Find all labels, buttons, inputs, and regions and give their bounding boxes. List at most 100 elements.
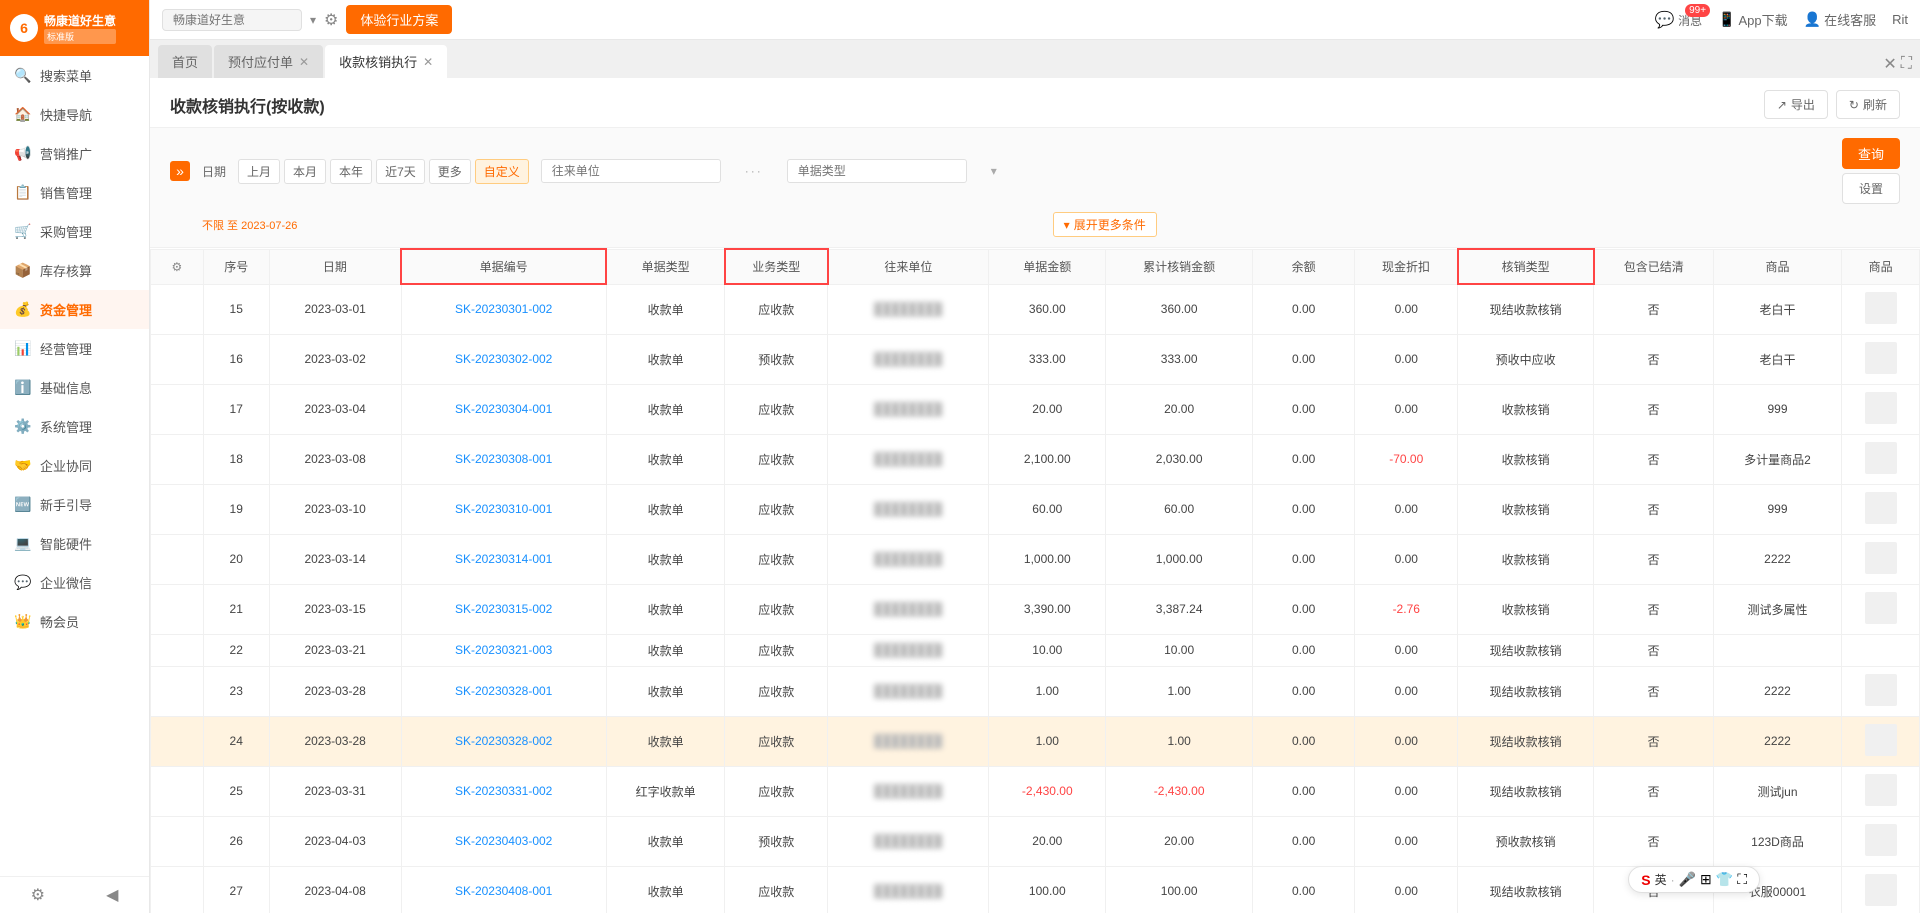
tab-close-all-button[interactable]: ✕: [1883, 54, 1896, 74]
table-row[interactable]: 23 2023-03-28 SK-20230328-001 收款单 应收款 ██…: [151, 666, 1920, 716]
cell-checkbox[interactable]: [151, 384, 204, 434]
bill-no-link[interactable]: SK-20230408-001: [455, 884, 552, 898]
table-row[interactable]: 18 2023-03-08 SK-20230308-001 收款单 应收款 ██…: [151, 434, 1920, 484]
sidebar-item-sales[interactable]: 📋销售管理: [0, 173, 149, 212]
table-row[interactable]: 26 2023-04-03 SK-20230403-002 收款单 预收款 ██…: [151, 816, 1920, 866]
date-btn-this-month[interactable]: 本月: [284, 159, 326, 184]
cell-bill-no[interactable]: SK-20230301-002: [401, 284, 606, 334]
col-header-settings[interactable]: ⚙: [151, 249, 204, 284]
sidebar-item-inventory[interactable]: 📦库存核算: [0, 251, 149, 290]
tab-prepay[interactable]: 预付应付单 ✕: [214, 45, 323, 78]
bill-no-link[interactable]: SK-20230302-002: [455, 352, 552, 366]
bill-no-link[interactable]: SK-20230304-001: [455, 402, 552, 416]
date-btn-custom[interactable]: 自定义: [475, 159, 529, 184]
query-button[interactable]: 查询: [1842, 138, 1900, 169]
bill-no-link[interactable]: SK-20230403-002: [455, 834, 552, 848]
mic-icon[interactable]: 🎤: [1679, 871, 1696, 888]
bill-no-link[interactable]: SK-20230308-001: [455, 452, 552, 466]
date-btn-this-year[interactable]: 本年: [330, 159, 372, 184]
sidebar-item-hardware[interactable]: 💻智能硬件: [0, 524, 149, 563]
cell-bill-no[interactable]: SK-20230315-002: [401, 584, 606, 634]
cell-bill-no[interactable]: SK-20230331-002: [401, 766, 606, 816]
sidebar-item-corp[interactable]: 🤝企业协同: [0, 446, 149, 485]
filter-settings-button[interactable]: 设置: [1842, 173, 1900, 204]
bill-no-link[interactable]: SK-20230321-003: [455, 643, 552, 657]
date-btn-last-7-days[interactable]: 近7天: [376, 159, 425, 184]
tab-expand-button[interactable]: ⛶: [1901, 55, 1912, 73]
cell-bill-no[interactable]: SK-20230408-001: [401, 866, 606, 913]
cell-checkbox[interactable]: [151, 334, 204, 384]
sidebar-item-marketing[interactable]: 📢营销推广: [0, 134, 149, 173]
user-name[interactable]: Rit: [1892, 12, 1908, 27]
table-row[interactable]: 16 2023-03-02 SK-20230302-002 收款单 预收款 ██…: [151, 334, 1920, 384]
sidebar-item-base[interactable]: ℹ️基础信息: [0, 368, 149, 407]
bill-type-dropdown-icon[interactable]: ▾: [991, 164, 997, 178]
cell-checkbox[interactable]: [151, 766, 204, 816]
expand2-icon[interactable]: ⛶: [1737, 871, 1747, 888]
sidebar-item-finance[interactable]: 💰资金管理: [0, 290, 149, 329]
cell-checkbox[interactable]: [151, 716, 204, 766]
sidebar-item-search[interactable]: 🔍搜索菜单: [0, 56, 149, 95]
date-btn-last-month[interactable]: 上月: [238, 159, 280, 184]
collapse-icon[interactable]: ◀: [106, 885, 118, 905]
tab-prepay-close[interactable]: ✕: [299, 55, 309, 69]
table-row[interactable]: 20 2023-03-14 SK-20230314-001 收款单 应收款 ██…: [151, 534, 1920, 584]
bill-no-link[interactable]: SK-20230328-002: [455, 734, 552, 748]
cell-checkbox[interactable]: [151, 666, 204, 716]
app-download-button[interactable]: 📱 App下载: [1718, 10, 1788, 29]
bill-no-link[interactable]: SK-20230328-001: [455, 684, 552, 698]
cell-bill-no[interactable]: SK-20230314-001: [401, 534, 606, 584]
cell-bill-no[interactable]: SK-20230302-002: [401, 334, 606, 384]
table-row[interactable]: 25 2023-03-31 SK-20230331-002 红字收款单 应收款 …: [151, 766, 1920, 816]
sidebar-item-purchase[interactable]: 🛒采购管理: [0, 212, 149, 251]
table-row[interactable]: 22 2023-03-21 SK-20230321-003 收款单 应收款 ██…: [151, 634, 1920, 666]
expand-more-button[interactable]: ▾ 展开更多条件: [1053, 212, 1157, 237]
cell-checkbox[interactable]: [151, 634, 204, 666]
date-btn-more[interactable]: 更多: [429, 159, 471, 184]
tab-home[interactable]: 首页: [158, 45, 212, 78]
bill-no-link[interactable]: SK-20230310-001: [455, 502, 552, 516]
cell-bill-no[interactable]: SK-20230310-001: [401, 484, 606, 534]
sidebar-item-member[interactable]: 👑畅会员: [0, 602, 149, 641]
table-row[interactable]: 15 2023-03-01 SK-20230301-002 收款单 应收款 ██…: [151, 284, 1920, 334]
dropdown-icon[interactable]: ▾: [310, 13, 316, 27]
cell-bill-no[interactable]: SK-20230308-001: [401, 434, 606, 484]
filter-toggle-button[interactable]: »: [170, 161, 190, 181]
sidebar-item-guide[interactable]: 🆕新手引导: [0, 485, 149, 524]
partner-input[interactable]: [541, 159, 721, 183]
cell-checkbox[interactable]: [151, 816, 204, 866]
grid-icon[interactable]: ⊞: [1700, 871, 1712, 888]
cell-bill-no[interactable]: SK-20230403-002: [401, 816, 606, 866]
cell-bill-no[interactable]: SK-20230321-003: [401, 634, 606, 666]
tab-receipt-verify[interactable]: 收款核销执行 ✕: [325, 45, 447, 78]
bill-no-link[interactable]: SK-20230331-002: [455, 784, 552, 798]
online-service-button[interactable]: 👤 在线客服: [1804, 10, 1876, 29]
settings-icon[interactable]: ⚙: [31, 885, 45, 905]
bill-no-link[interactable]: SK-20230314-001: [455, 552, 552, 566]
sidebar-item-shortcut[interactable]: 🏠快捷导航: [0, 95, 149, 134]
message-button[interactable]: 💬 消息 99+: [1655, 10, 1703, 30]
table-row[interactable]: 21 2023-03-15 SK-20230315-002 收款单 应收款 ██…: [151, 584, 1920, 634]
sidebar-item-wechat[interactable]: 💬企业微信: [0, 563, 149, 602]
sidebar-item-system[interactable]: ⚙️系统管理: [0, 407, 149, 446]
table-row[interactable]: 24 2023-03-28 SK-20230328-002 收款单 应收款 ██…: [151, 716, 1920, 766]
table-row[interactable]: 17 2023-03-04 SK-20230304-001 收款单 应收款 ██…: [151, 384, 1920, 434]
bill-no-link[interactable]: SK-20230301-002: [455, 302, 552, 316]
table-row[interactable]: 19 2023-03-10 SK-20230310-001 收款单 应收款 ██…: [151, 484, 1920, 534]
cell-bill-no[interactable]: SK-20230304-001: [401, 384, 606, 434]
bill-type-select[interactable]: [787, 159, 967, 183]
cell-bill-no[interactable]: SK-20230328-002: [401, 716, 606, 766]
cell-checkbox[interactable]: [151, 284, 204, 334]
refresh-button[interactable]: ↻ 刷新: [1836, 90, 1900, 119]
tab-receipt-verify-close[interactable]: ✕: [423, 55, 433, 69]
gear-icon[interactable]: ⚙: [324, 10, 338, 30]
cell-checkbox[interactable]: [151, 484, 204, 534]
export-button[interactable]: ↗ 导出: [1764, 90, 1828, 119]
cell-bill-no[interactable]: SK-20230328-001: [401, 666, 606, 716]
cell-checkbox[interactable]: [151, 434, 204, 484]
shirt-icon[interactable]: 👕: [1716, 871, 1733, 888]
solution-button[interactable]: 体验行业方案: [346, 5, 452, 34]
brand-search-input[interactable]: [162, 9, 302, 31]
sidebar-item-ops[interactable]: 📊经营管理: [0, 329, 149, 368]
cell-checkbox[interactable]: [151, 534, 204, 584]
